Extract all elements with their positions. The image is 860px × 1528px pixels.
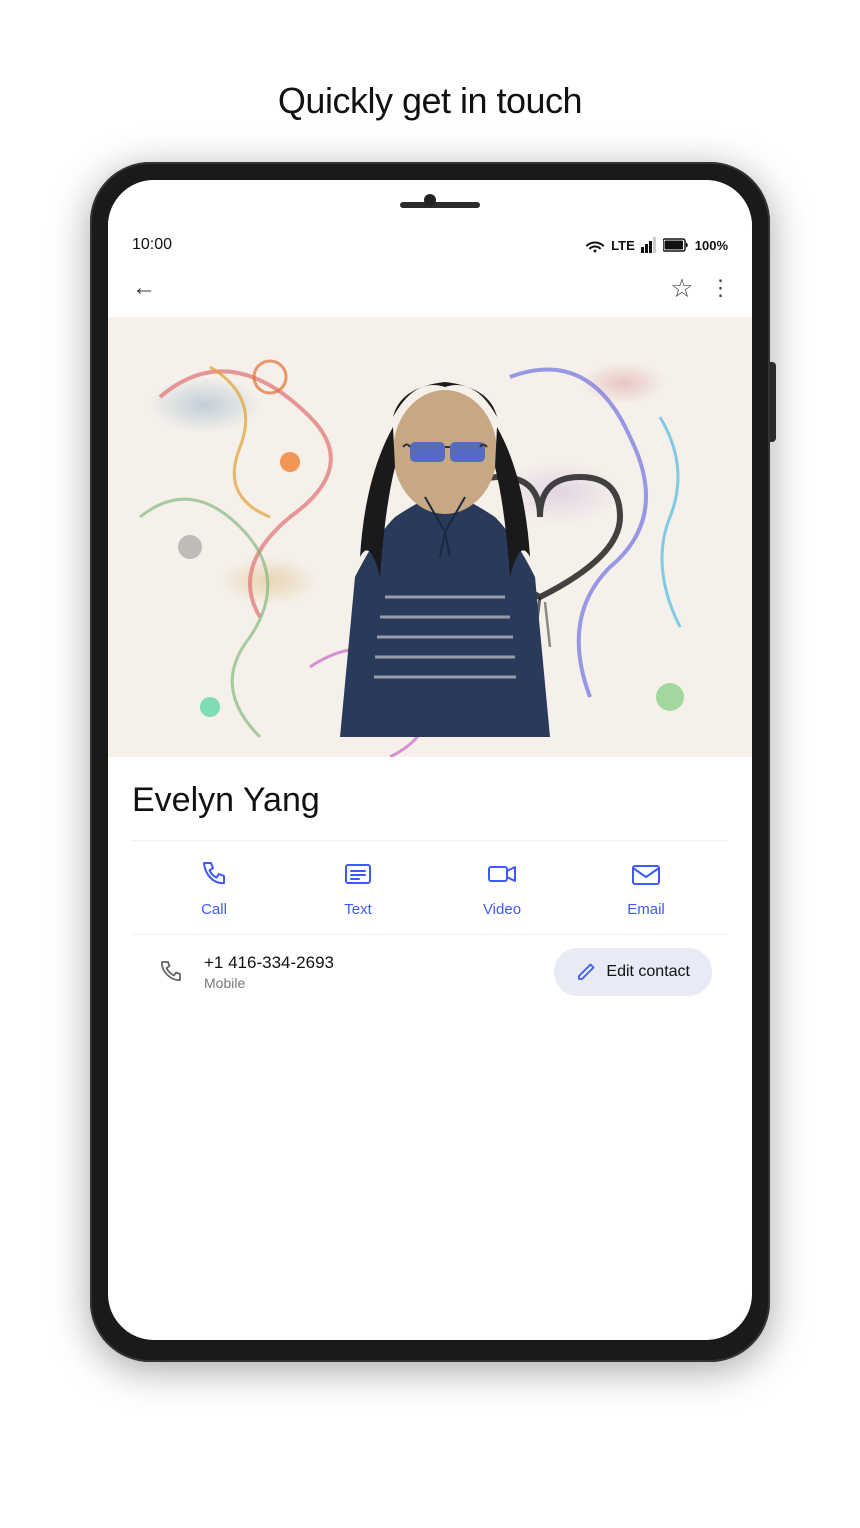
- phone-number-row: +1 416-334-2693 Mobile Edit contact: [132, 935, 728, 1009]
- email-label: Email: [627, 901, 665, 918]
- text-label: Text: [344, 901, 372, 918]
- video-button[interactable]: Video: [430, 857, 574, 918]
- email-button[interactable]: Email: [574, 857, 718, 918]
- video-icon: [484, 857, 520, 893]
- star-button[interactable]: ☆: [670, 273, 693, 304]
- edit-icon: [576, 962, 596, 982]
- contact-name: Evelyn Yang: [132, 781, 728, 820]
- status-icons: LTE 100%: [585, 237, 728, 253]
- battery-label: 100%: [695, 238, 728, 253]
- battery-icon: [663, 238, 689, 252]
- more-button[interactable]: ⋮: [710, 275, 733, 301]
- status-time: 10:00: [132, 236, 172, 254]
- phone-row-icon: [152, 954, 188, 990]
- page-title: Quickly get in touch: [278, 80, 582, 122]
- email-icon: [628, 857, 664, 893]
- network-label: LTE: [611, 238, 635, 253]
- nav-actions: ☆ ⋮: [670, 273, 732, 304]
- edit-contact-button[interactable]: Edit contact: [554, 948, 712, 996]
- phone-top-bar: [108, 180, 752, 230]
- phone-screen: 10:00 LTE: [108, 180, 752, 1340]
- camera-notch: [424, 194, 436, 206]
- edit-contact-label: Edit contact: [606, 963, 690, 981]
- text-button[interactable]: Text: [286, 857, 430, 918]
- call-button[interactable]: Call: [142, 857, 286, 918]
- speaker-bar: [400, 202, 480, 208]
- status-bar: 10:00 LTE: [108, 230, 752, 260]
- contact-info: Evelyn Yang Call: [108, 757, 752, 1025]
- contact-photo: [108, 317, 752, 757]
- video-label: Video: [483, 901, 521, 918]
- text-icon: [340, 857, 376, 893]
- call-icon: [196, 857, 232, 893]
- phone-frame: 10:00 LTE: [90, 162, 770, 1362]
- action-buttons-row: Call Text: [132, 840, 728, 935]
- call-label: Call: [201, 901, 227, 918]
- back-button[interactable]: ←: [128, 270, 160, 306]
- signal-icon: [641, 237, 657, 253]
- nav-bar: ← ☆ ⋮: [108, 260, 752, 317]
- wifi-icon: [585, 237, 605, 253]
- person-photo: [295, 357, 595, 757]
